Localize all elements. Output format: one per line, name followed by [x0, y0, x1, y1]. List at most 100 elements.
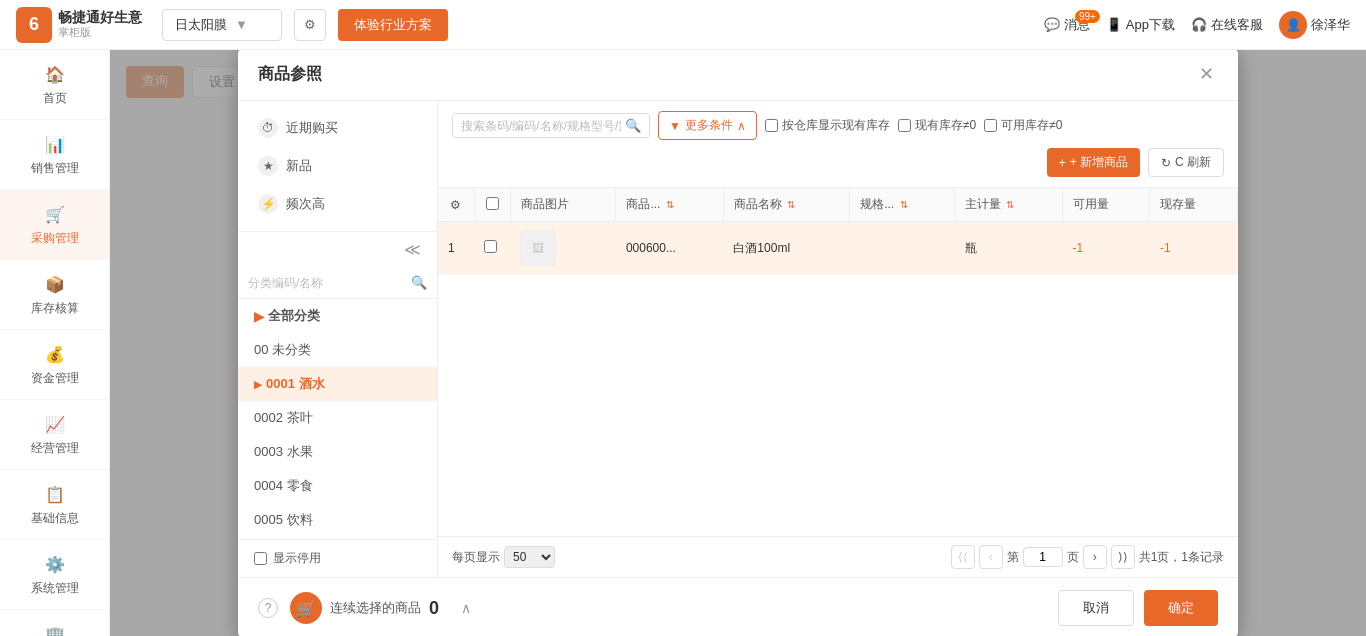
- all-arrow: ▶: [254, 309, 264, 324]
- col-code-label: 商品...: [626, 197, 660, 211]
- quick-btn-new[interactable]: ★ 新品: [248, 149, 427, 183]
- col-spec[interactable]: 规格... ⇅: [850, 188, 955, 222]
- modal-left-panel: ⏱ 近期购买 ★ 新品 ⚡ 频次高: [238, 101, 438, 577]
- phone-icon: 📱: [1106, 17, 1122, 32]
- dropdown-arrow: ▼: [235, 17, 248, 32]
- collapse-button[interactable]: ≪: [396, 236, 429, 263]
- next-page-button[interactable]: ›: [1083, 545, 1107, 569]
- messages-badge: 99+: [1075, 10, 1100, 23]
- modal-footer: ? 🛒 连续选择的商品 0 ∧ 取消 确定: [238, 577, 1238, 636]
- sidebar-item-finance[interactable]: 💰 资金管理: [0, 330, 109, 400]
- col-settings-icon[interactable]: ⚙: [450, 198, 461, 212]
- per-page-label: 每页显示: [452, 549, 500, 566]
- select-all-checkbox[interactable]: [486, 197, 499, 210]
- logo-sub: 掌柜版: [58, 25, 142, 40]
- col-spec-label: 规格...: [860, 197, 894, 211]
- per-page-select[interactable]: 50 100 200: [504, 546, 555, 568]
- search-icon[interactable]: 🔍: [625, 118, 641, 133]
- sidebar-label-inventory: 库存核算: [31, 300, 79, 317]
- category-item-00[interactable]: 00 未分类: [238, 333, 437, 367]
- sidebar-item-operation[interactable]: 📈 经营管理: [0, 400, 109, 470]
- show-disabled-label: 显示停用: [273, 550, 321, 567]
- available-nonzero-checkbox[interactable]: [984, 119, 997, 132]
- row-index: 1: [438, 222, 474, 275]
- sidebar-item-inventory[interactable]: 📦 库存核算: [0, 260, 109, 330]
- category-item-0003[interactable]: 0003 水果: [238, 435, 437, 469]
- sidebar-label-operation: 经营管理: [31, 440, 79, 457]
- stock-nonzero-checkbox[interactable]: [898, 119, 911, 132]
- finance-icon: 💰: [43, 342, 67, 366]
- category-00-label: 00 未分类: [254, 341, 311, 359]
- col-unit-label: 主计量: [965, 197, 1001, 211]
- cancel-button[interactable]: 取消: [1058, 590, 1134, 626]
- category-search-input[interactable]: [248, 276, 407, 290]
- new-icon: ★: [258, 156, 278, 176]
- warehouse-label: 按仓库显示现有库存: [782, 117, 890, 134]
- page-suffix: 页: [1067, 549, 1079, 566]
- main-layout: 🏠 首页 📊 销售管理 🛒 采购管理 📦 库存核算 💰 资金管理 📈 经营管理 …: [0, 50, 1366, 636]
- filter-button[interactable]: ▼ 更多条件 ∧: [658, 111, 757, 140]
- system-icon: ⚙️: [43, 552, 67, 576]
- prev-page-button[interactable]: ‹: [979, 545, 1003, 569]
- category-item-0001[interactable]: ▶ 0001 酒水: [238, 367, 437, 401]
- col-name[interactable]: 商品名称 ⇅: [723, 188, 849, 222]
- content-area: 查询 设置 刷新 商品参照 ✕ ⏱: [110, 50, 1366, 636]
- category-item-0004[interactable]: 0004 零食: [238, 469, 437, 503]
- table-row[interactable]: 1 🖼: [438, 222, 1238, 275]
- confirm-button[interactable]: 确定: [1144, 590, 1218, 626]
- add-product-button[interactable]: + + 新增商品: [1047, 148, 1140, 177]
- sidebar-item-sales[interactable]: 📊 销售管理: [0, 120, 109, 190]
- cart-label: 连续选择的商品: [330, 599, 421, 617]
- sidebar-label-sales: 销售管理: [31, 160, 79, 177]
- store-dropdown[interactable]: 日太阳膜 ▼: [162, 9, 282, 41]
- user-nav[interactable]: 👤 徐泽华: [1279, 11, 1350, 39]
- category-item-all[interactable]: ▶ 全部分类: [238, 299, 437, 333]
- sidebar-item-home[interactable]: 🏠 首页: [0, 50, 109, 120]
- show-disabled-checkbox[interactable]: [254, 552, 267, 565]
- inventory-icon: 📦: [43, 272, 67, 296]
- refresh-button[interactable]: ↻ C 刷新: [1148, 148, 1224, 177]
- col-settings: ⚙: [438, 188, 474, 222]
- refresh-label: C 刷新: [1175, 154, 1211, 171]
- modal-close-button[interactable]: ✕: [1194, 62, 1218, 86]
- warehouse-checkbox[interactable]: [765, 119, 778, 132]
- message-icon: 💬: [1044, 17, 1060, 32]
- trial-button[interactable]: 体验行业方案: [338, 9, 448, 41]
- purchase-icon: 🛒: [43, 202, 67, 226]
- filter-arrow: ∧: [737, 119, 746, 133]
- app-download-nav[interactable]: 📱 App下载: [1106, 16, 1175, 34]
- sidebar-label-basic: 基础信息: [31, 510, 79, 527]
- online-service-nav[interactable]: 🎧 在线客服: [1191, 16, 1263, 34]
- category-item-0002[interactable]: 0002 茶叶: [238, 401, 437, 435]
- category-item-0005[interactable]: 0005 饮料: [238, 503, 437, 537]
- page-input[interactable]: [1023, 547, 1063, 567]
- sidebar-item-purchase[interactable]: 🛒 采购管理: [0, 190, 109, 260]
- available-nonzero-label: 可用库存≠0: [1001, 117, 1062, 134]
- sidebar-item-enterprise[interactable]: 🏢 企业协同: [0, 610, 109, 636]
- product-reference-modal: 商品参照 ✕ ⏱ 近期购买 ★ 新品: [238, 50, 1238, 636]
- sort-icon-name: ⇅: [787, 199, 795, 210]
- add-icon: +: [1059, 156, 1066, 170]
- col-unit[interactable]: 主计量 ⇅: [955, 188, 1063, 222]
- row-checkbox-cell: [474, 222, 510, 275]
- row-checkbox[interactable]: [484, 240, 497, 253]
- category-all-label: 全部分类: [268, 307, 320, 325]
- quick-btn-frequent[interactable]: ⚡ 频次高: [248, 187, 427, 221]
- settings-button[interactable]: ⚙: [294, 9, 326, 41]
- help-button[interactable]: ?: [258, 598, 278, 618]
- product-search-input[interactable]: [461, 119, 621, 133]
- last-page-button[interactable]: ⟩⟩: [1111, 545, 1135, 569]
- sidebar-item-system[interactable]: ⚙️ 系统管理: [0, 540, 109, 610]
- sidebar-label-home: 首页: [43, 90, 67, 107]
- col-code[interactable]: 商品... ⇅: [616, 188, 723, 222]
- quick-btn-recent[interactable]: ⏱ 近期购买: [248, 111, 427, 145]
- first-page-button[interactable]: ⟨⟨: [951, 545, 975, 569]
- messages-nav[interactable]: 💬 消息 99+: [1044, 16, 1090, 34]
- app-download-label: App下载: [1126, 16, 1175, 34]
- sidebar-item-basic[interactable]: 📋 基础信息: [0, 470, 109, 540]
- active-arrow: ▶: [254, 379, 262, 390]
- category-search-icon[interactable]: 🔍: [411, 275, 427, 290]
- col-checkbox: [474, 188, 510, 222]
- enterprise-icon: 🏢: [43, 622, 67, 636]
- chevron-up-icon[interactable]: ∧: [461, 600, 471, 616]
